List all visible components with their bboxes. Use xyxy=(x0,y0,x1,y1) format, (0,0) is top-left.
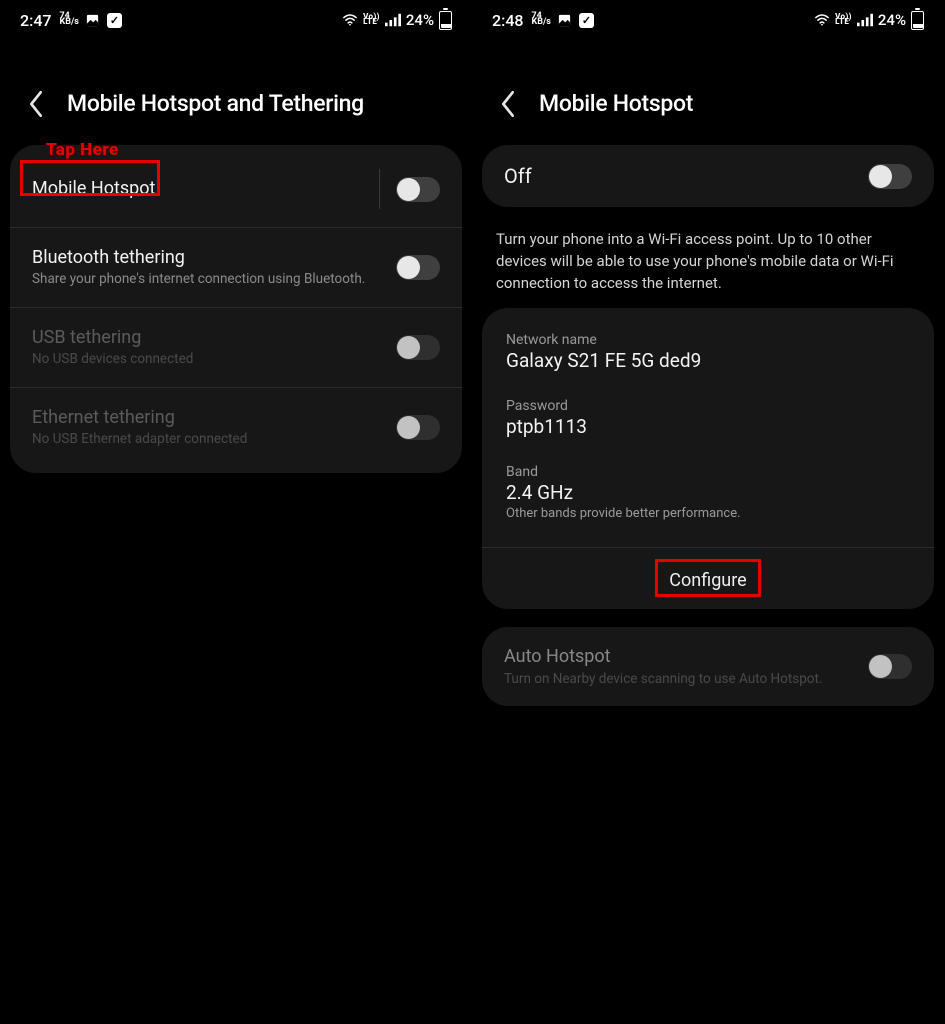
status-speed-icon: 74 KB/s xyxy=(532,14,551,26)
row-off[interactable]: Off xyxy=(482,145,934,207)
status-bar: 2:47 74 KB/s ✓ Vo))LTE 24% xyxy=(0,0,472,40)
auto-hotspot-title: Auto Hotspot xyxy=(504,645,854,668)
annotation-tap-here: Tap Here xyxy=(46,140,119,160)
off-label: Off xyxy=(504,163,854,189)
volte-icon: Vo))LTE xyxy=(835,15,852,25)
status-speed-icon: 74 KB/s xyxy=(60,14,79,26)
password-value: ptpb1113 xyxy=(506,415,910,438)
configure-button[interactable]: Configure xyxy=(657,566,758,595)
wifi-icon xyxy=(814,12,830,28)
page-title: Mobile Hotspot xyxy=(539,90,693,117)
band-row[interactable]: Band 2.4 GHz Other bands provide better … xyxy=(482,440,934,529)
configure-wrap: Configure xyxy=(482,547,934,609)
phone-left-tethering: 2:47 74 KB/s ✓ Vo))LTE 24% Mobile xyxy=(0,0,472,1024)
status-time: 2:47 xyxy=(20,11,52,30)
network-info-card: Network name Galaxy S21 FE 5G ded9 Passw… xyxy=(482,308,934,609)
battery-icon xyxy=(911,11,924,30)
row-auto-hotspot: Auto Hotspot Turn on Nearby device scann… xyxy=(482,627,934,706)
battery-percent: 24% xyxy=(406,11,434,29)
band-label: Band xyxy=(506,464,910,480)
phone-right-hotspot: 2:48 74 KB/s ✓ Vo))LTE 24% Mobile xyxy=(472,0,944,1024)
signal-icon xyxy=(385,12,401,28)
row-ethernet-tethering: Ethernet tethering No USB Ethernet adapt… xyxy=(10,388,462,467)
network-name-row[interactable]: Network name Galaxy S21 FE 5G ded9 xyxy=(482,318,934,374)
wifi-icon xyxy=(342,12,358,28)
image-icon xyxy=(85,12,101,28)
row-usb-tethering: USB tethering No USB devices connected xyxy=(10,308,462,388)
auto-hotspot-card: Auto Hotspot Turn on Nearby device scann… xyxy=(482,627,934,706)
password-row[interactable]: Password ptpb1113 xyxy=(482,374,934,440)
page-title: Mobile Hotspot and Tethering xyxy=(67,90,364,117)
row-title: USB tethering xyxy=(32,326,382,349)
check-icon: ✓ xyxy=(107,13,122,28)
settings-card: Mobile Hotspot Bluetooth tethering Share… xyxy=(10,145,462,473)
toggle-bluetooth-tethering[interactable] xyxy=(396,255,440,280)
network-name-label: Network name xyxy=(506,332,910,348)
off-card: Off xyxy=(482,145,934,207)
row-title: Ethernet tethering xyxy=(32,406,382,429)
row-bluetooth-tethering[interactable]: Bluetooth tethering Share your phone's i… xyxy=(10,228,462,308)
toggle-usb-tethering xyxy=(396,335,440,360)
band-value: 2.4 GHz xyxy=(506,481,910,504)
row-sub: No USB Ethernet adapter connected xyxy=(32,431,382,449)
toggle-auto-hotspot xyxy=(868,654,912,679)
row-title: Mobile Hotspot xyxy=(32,177,359,200)
image-icon xyxy=(557,12,573,28)
toggle-ethernet-tethering xyxy=(396,415,440,440)
battery-percent: 24% xyxy=(878,11,906,29)
band-hint: Other bands provide better performance. xyxy=(506,506,910,521)
battery-icon xyxy=(439,11,452,30)
status-time: 2:48 xyxy=(492,11,524,30)
back-icon[interactable] xyxy=(497,93,519,115)
divider xyxy=(379,169,380,209)
status-bar: 2:48 74 KB/s ✓ Vo))LTE 24% xyxy=(472,0,944,40)
toggle-mobile-hotspot[interactable] xyxy=(396,177,440,202)
password-label: Password xyxy=(506,398,910,414)
row-sub: Share your phone's internet connection u… xyxy=(32,271,382,289)
page-header: Mobile Hotspot xyxy=(472,40,944,145)
auto-hotspot-sub: Turn on Nearby device scanning to use Au… xyxy=(504,671,854,689)
toggle-hotspot-off[interactable] xyxy=(868,164,912,189)
check-icon: ✓ xyxy=(579,13,594,28)
back-icon[interactable] xyxy=(25,93,47,115)
volte-icon: Vo))LTE xyxy=(363,15,380,25)
page-header: Mobile Hotspot and Tethering xyxy=(0,40,472,145)
hotspot-description: Turn your phone into a Wi-Fi access poin… xyxy=(472,225,944,308)
signal-icon xyxy=(857,12,873,28)
row-sub: No USB devices connected xyxy=(32,351,382,369)
row-title: Bluetooth tethering xyxy=(32,246,382,269)
row-mobile-hotspot[interactable]: Mobile Hotspot xyxy=(10,151,462,228)
network-name-value: Galaxy S21 FE 5G ded9 xyxy=(506,349,910,372)
